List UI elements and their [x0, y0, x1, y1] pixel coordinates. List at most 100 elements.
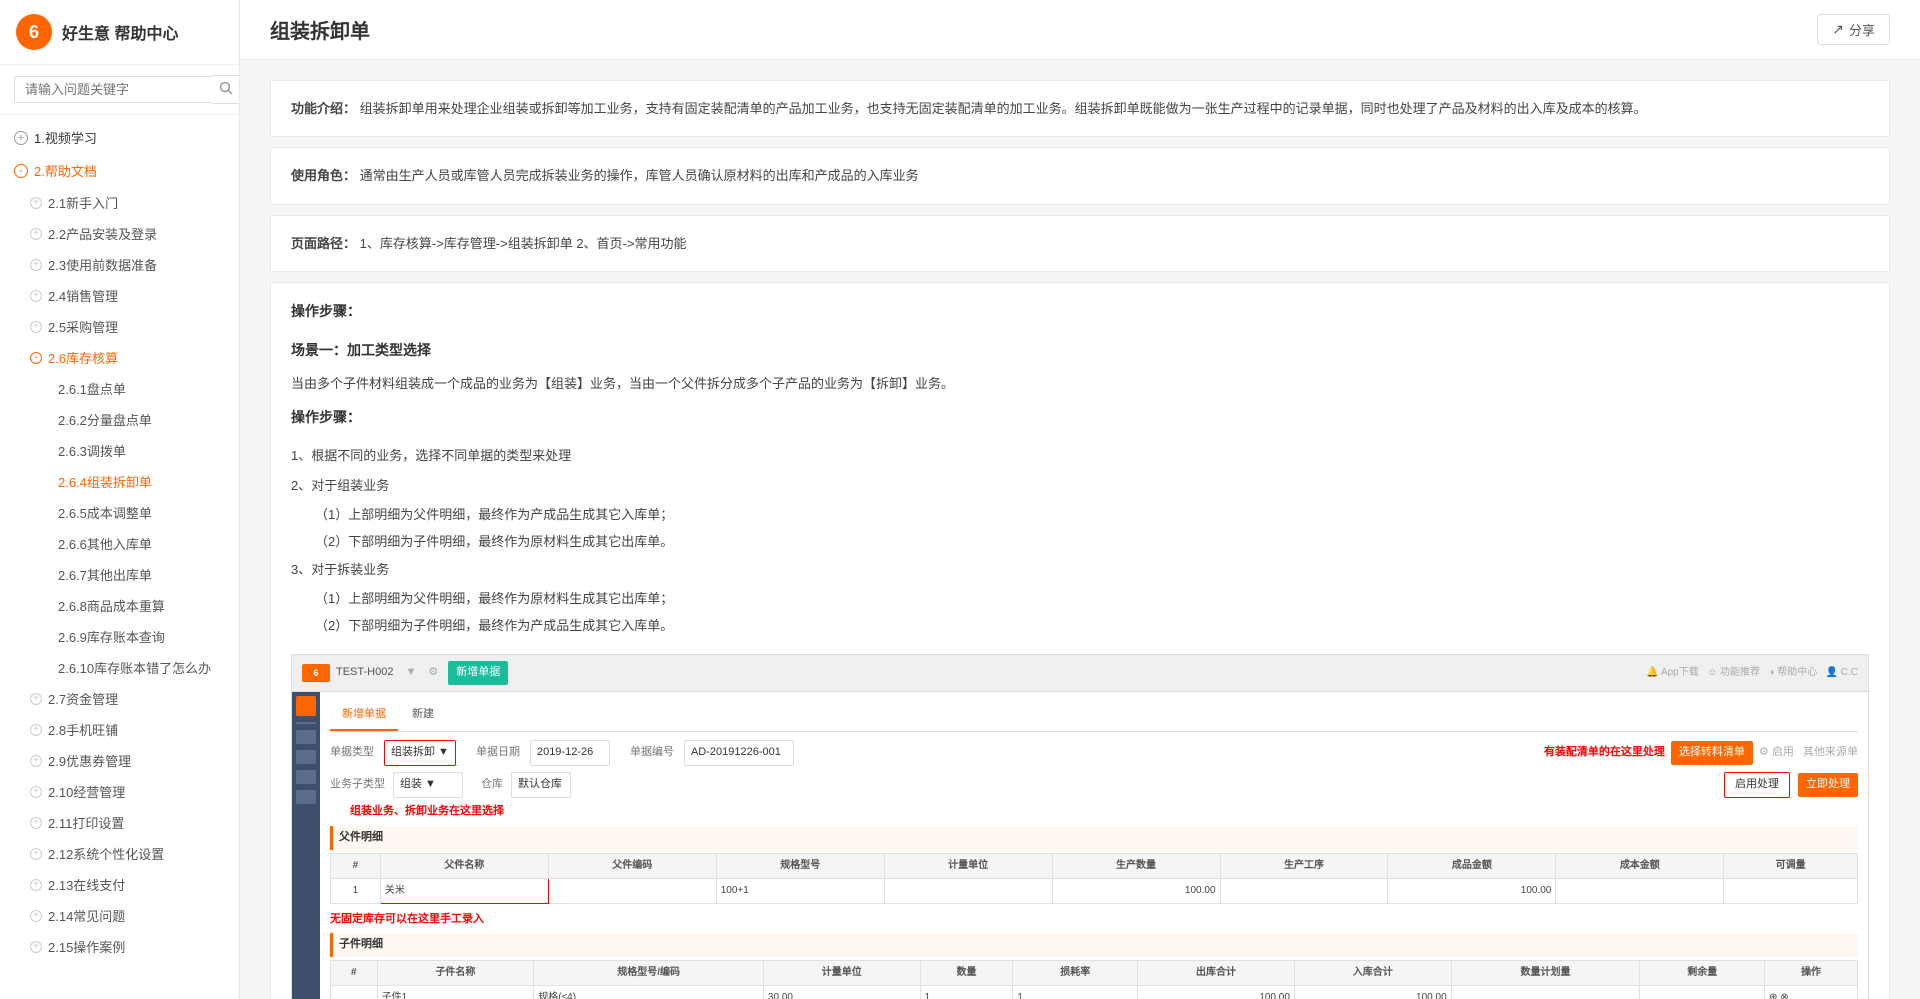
page-title: 组装拆卸单 [270, 15, 370, 44]
scenario1-desc: 当由多个子件材料组装成一个成品的业务为【组装】业务，当由一个父件拆分成多个子产品… [291, 372, 1869, 395]
sidebar-item-docs[interactable]: - 2.帮助文档 [0, 154, 239, 187]
sidebar-item-other-in[interactable]: 2.6.6其他入库单 [44, 528, 239, 559]
role-label: 使用角色： [291, 168, 356, 183]
logo-icon: 6 [16, 14, 52, 50]
mock-save-btn: 立即处理 [1798, 773, 1858, 797]
mock-annotation3-btn: 启用处理 [1724, 772, 1790, 798]
mock-icon-4 [296, 770, 316, 784]
mock-tab-new-order: 新增单据 [330, 700, 398, 732]
nav-section-1: + 1.视频学习 [0, 121, 239, 154]
sidebar-item-partial-stocktake[interactable]: 2.6.2分量盘点单 [44, 404, 239, 435]
step-2: 2、对于组装业务 [291, 474, 1869, 497]
share-button[interactable]: ↗ 分享 [1817, 14, 1890, 45]
mock-field-date-label: 单据日期 [476, 743, 520, 763]
logo-area: 6 好生意 帮助中心 [0, 0, 239, 65]
role-block: 使用角色： 通常由生产人员或库管人员完成拆装业务的操作，库管人员确认原材料的出库… [270, 147, 1890, 204]
scenario1-title: 场景一：加工类型选择 [291, 338, 1869, 363]
sidebar-item-install[interactable]: + 2.2产品安装及登录 [30, 218, 239, 249]
search-area [0, 65, 239, 115]
sidebar-item-sales[interactable]: + 2.4销售管理 [30, 280, 239, 311]
mock-table2: # 子件名称 规格型号/编码 计量单位 数量 损耗率 出库合计 入库合计 数量计… [330, 960, 1858, 999]
path-block: 页面路径： 1、库存核算->库存管理->组装拆卸单 2、首页->常用功能 [270, 215, 1890, 272]
sidebar-item-ops-mgmt[interactable]: + 2.10经营管理 [30, 776, 239, 807]
mock-field-row: 单据类型 组装拆卸 ▼ 单据日期 2019-12-26 单据编号 AD-2019… [330, 740, 1858, 766]
app-name: 好生意 帮助中心 [62, 20, 178, 44]
sidebar-item-online-pay[interactable]: + 2.13在线支付 [30, 869, 239, 900]
sidebar-item-data-prep[interactable]: + 2.3使用前数据准备 [30, 249, 239, 280]
ops-block: 操作步骤： 场景一：加工类型选择 当由多个子件材料组装成一个成品的业务为【组装】… [270, 282, 1890, 999]
step-1: 1、根据不同的业务，选择不同单据的类型来处理 [291, 444, 1869, 467]
mock-tab-list: 新建 [400, 700, 446, 732]
mock-icon-1 [296, 696, 316, 716]
search-icon [219, 81, 233, 95]
intro-block: 功能介绍： 组装拆卸单用来处理企业组装或拆卸等加工业务，支持有固定装配清单的产品… [270, 80, 1890, 137]
sidebar-nav: + 1.视频学习 - 2.帮助文档 + 2.1新手入门 + 2.2产品安装及登录 [0, 115, 239, 999]
main-area: 组装拆卸单 ↗ 分享 功能介绍： 组装拆卸单用来处理企业组装或拆卸等加工业务，支… [240, 0, 1920, 999]
search-button[interactable] [211, 75, 240, 104]
mock-form-tabs: 新增单据 新建 [330, 700, 1858, 733]
main-header: 组装拆卸单 ↗ 分享 [240, 0, 1920, 60]
mock-window-title: TEST-H002 [336, 663, 393, 683]
mock-form: 新增单据 新建 单据类型 组装拆卸 ▼ 单据日期 2019-12-26 单据编号… [320, 692, 1868, 999]
sidebar-item-purchase[interactable]: + 2.5采购管理 [30, 311, 239, 342]
mock-table2-title: 子件明细 [330, 933, 1858, 957]
mock-divider [296, 722, 316, 724]
sidebar-item-inventory[interactable]: - 2.6库存核算 [30, 342, 239, 373]
sidebar-item-stocktake[interactable]: 2.6.1盘点单 [44, 373, 239, 404]
mock-annotation2-wrap: 业务子类型 组装 ▼ 仓库 默认仓库 启用处理 立即处理 [330, 772, 1858, 822]
sidebar-item-ledger-error[interactable]: 2.6.10库存账本错了怎么办 [44, 652, 239, 683]
screenshot-container: 6 TEST-H002 ▼ ⚙ 新增单据 🔔 App下载 ☺ 功能推荐 ◑ 帮助… [291, 654, 1869, 999]
mock-field-date-value: 2019-12-26 [530, 740, 610, 766]
mock-logo: 6 [302, 664, 330, 682]
path-text: 1、库存核算->库存管理->组装拆卸单 2、首页->常用功能 [360, 236, 687, 251]
mock-field-num-value: AD-20191226-001 [684, 740, 794, 766]
sidebar-item-other-out[interactable]: 2.6.7其他出库单 [44, 559, 239, 590]
step-2-1: （1）上部明细为父件明细，最终作为产成品生成其它入库单； [315, 503, 1869, 526]
mock-icon-2 [296, 730, 316, 744]
mock-annotation4-text: 无固定库存可以在这里手工录入 [330, 910, 1858, 930]
sidebar-item-finance[interactable]: + 2.7资金管理 [30, 683, 239, 714]
intro-text: 组装拆卸单用来处理企业组装或拆卸等加工业务，支持有固定装配清单的产品加工业务，也… [360, 101, 1647, 116]
nav-sub-2: + 2.1新手入门 + 2.2产品安装及登录 + 2.3使用前数据准备 + 2.… [0, 187, 239, 962]
step-3-2: （2）下部明细为子件明细，最终作为产成品生成其它入库单。 [315, 614, 1869, 637]
mock-subtype-area: 业务子类型 组装 ▼ 仓库 默认仓库 启用处理 立即处理 [330, 772, 1858, 798]
step-2-2: （2）下部明细为子件明细，最终作为原材料生成其它出库单。 [315, 530, 1869, 553]
mock-annotation1-text: 有装配清单的在这里处理 [1544, 743, 1665, 763]
mock-field-type-label: 单据类型 [330, 743, 374, 763]
share-icon: ↗ [1832, 21, 1844, 38]
sidebar-item-cases[interactable]: + 2.15操作案例 [30, 931, 239, 962]
sidebar-item-mobile[interactable]: + 2.8手机旺铺 [30, 714, 239, 745]
mock-table1-row1: 1 关米 100+1 100.00 100.00 [331, 878, 1858, 903]
mock-annotation1-btn: 选择转料清单 [1671, 741, 1753, 765]
sidebar-item-customization[interactable]: + 2.12系统个性化设置 [30, 838, 239, 869]
intro-label: 功能介绍： [291, 101, 356, 116]
mock-icon-bar [292, 692, 320, 999]
sidebar-item-coupon[interactable]: + 2.9优惠券管理 [30, 745, 239, 776]
sidebar-item-cost-adj[interactable]: 2.6.5成本调整单 [44, 497, 239, 528]
mock-subtype-value: 组装 ▼ [393, 772, 463, 798]
screenshot-topbar: 6 TEST-H002 ▼ ⚙ 新增单据 🔔 App下载 ☺ 功能推荐 ◑ 帮助… [292, 655, 1868, 692]
mock-warehouse-value: 默认仓库 [511, 772, 571, 798]
step-3: 3、对于拆装业务 [291, 558, 1869, 581]
ops-title: 操作步骤： [291, 299, 1869, 324]
sidebar-item-ledger-query[interactable]: 2.6.9库存账本查询 [44, 621, 239, 652]
mock-main: 新增单据 新建 单据类型 组装拆卸 ▼ 单据日期 2019-12-26 单据编号… [292, 692, 1868, 999]
sidebar-item-video[interactable]: + 1.视频学习 [0, 121, 239, 154]
sidebar-item-faq[interactable]: + 2.14常见问题 [30, 900, 239, 931]
sidebar: 6 好生意 帮助中心 + 1.视频学习 - 2.帮助文档 [0, 0, 240, 999]
sidebar-item-assembly[interactable]: 2.6.4组装拆卸单 [44, 466, 239, 497]
step-3-1: （1）上部明细为父件明细，最终作为原材料生成其它出库单； [315, 587, 1869, 610]
mock-table1: # 父件名称 父件编码 规格型号 计量单位 生产数量 生产工序 成品金额 成本金… [330, 853, 1858, 904]
mock-annotation2-text: 组装业务、拆卸业务在这里选择 [350, 802, 1858, 822]
sidebar-item-print[interactable]: + 2.11打印设置 [30, 807, 239, 838]
search-input[interactable] [14, 76, 211, 103]
sidebar-item-transfer[interactable]: 2.6.3调拨单 [44, 435, 239, 466]
mock-icon-5 [296, 790, 316, 804]
sidebar-item-cost-recalc[interactable]: 2.6.8商品成本重算 [44, 590, 239, 621]
mock-field-type-value: 组装拆卸 ▼ [384, 740, 456, 766]
mock-field-num-label: 单据编号 [630, 743, 674, 763]
role-text: 通常由生产人员或库管人员完成拆装业务的操作，库管人员确认原材料的出库和产成品的入… [360, 168, 919, 183]
steps-title: 操作步骤： [291, 405, 1869, 430]
sidebar-item-newbie[interactable]: + 2.1新手入门 [30, 187, 239, 218]
mock-table1-title: 父件明细 [330, 826, 1858, 850]
